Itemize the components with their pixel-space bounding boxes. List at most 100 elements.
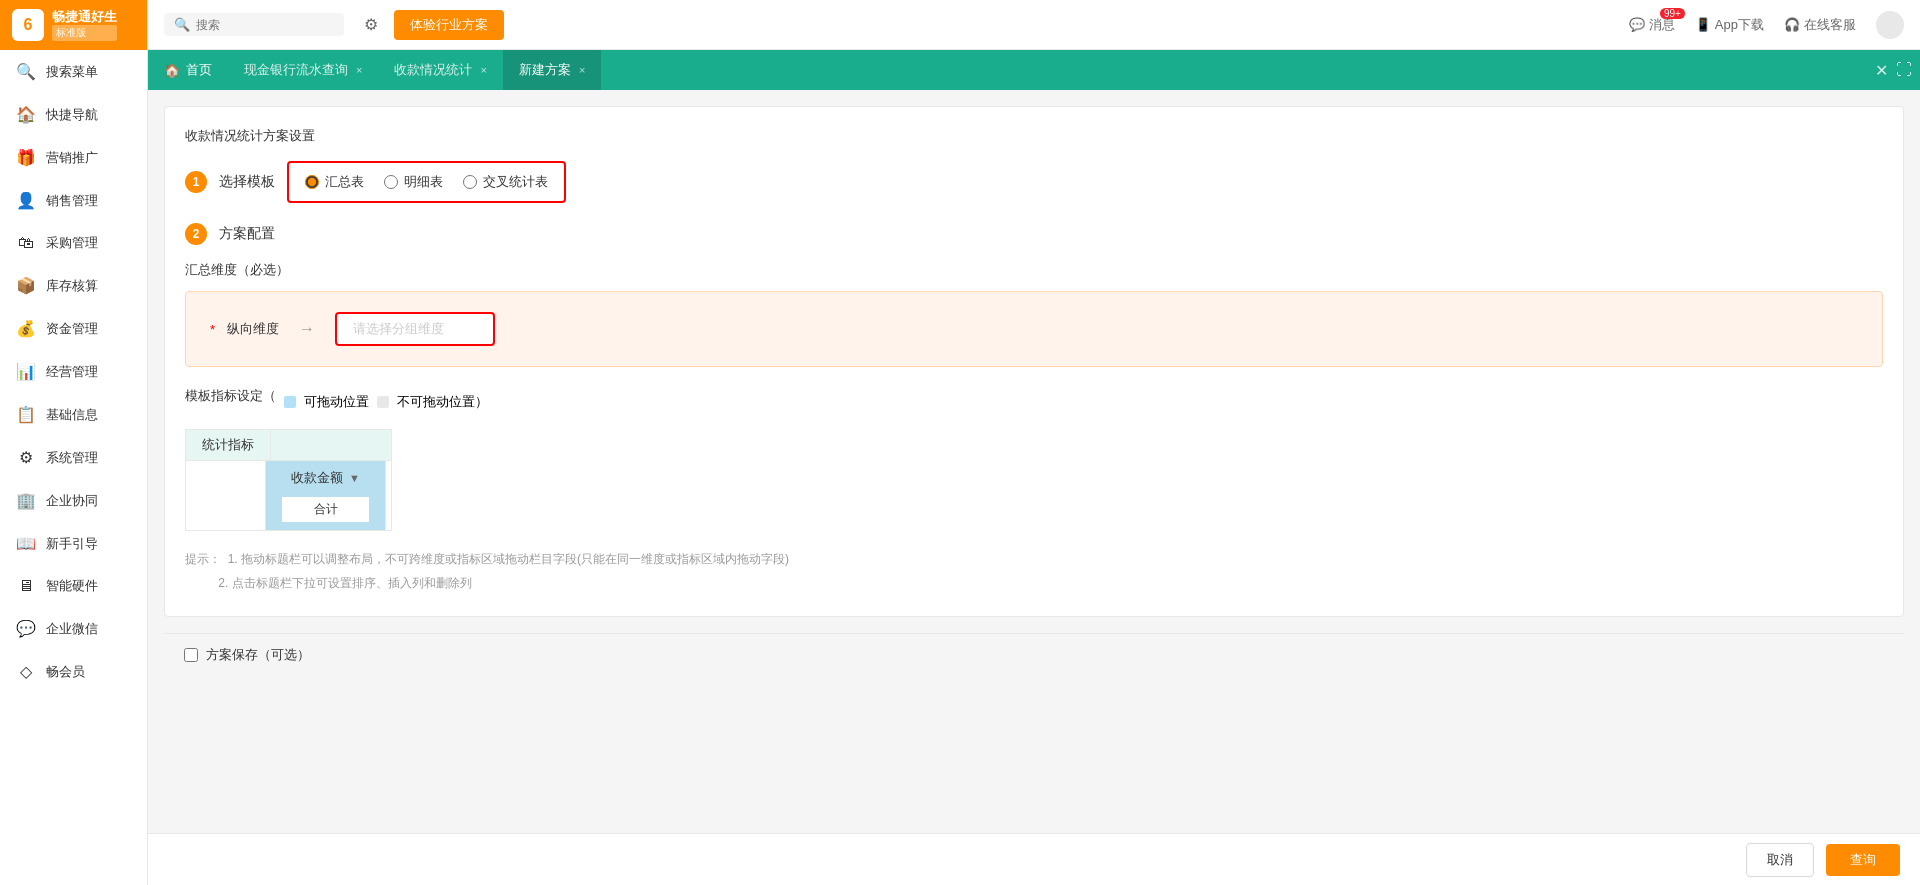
- logo-icon: 6: [12, 9, 44, 41]
- save-option-label: 方案保存（可选）: [206, 646, 310, 664]
- close-cashflow-icon[interactable]: ×: [356, 64, 362, 76]
- sidebar-item-label-search: 搜索菜单: [46, 63, 98, 81]
- metrics-col-header: [271, 430, 391, 460]
- template-section: 汇总表 明细表 交叉统计表: [287, 161, 566, 203]
- sidebar-item-search[interactable]: 🔍 搜索菜单: [0, 50, 147, 93]
- sidebar-item-label-marketing: 营销推广: [46, 149, 98, 167]
- col-dropdown-icon[interactable]: ▼: [349, 472, 360, 484]
- dimension-title: 汇总维度（必选）: [185, 261, 1883, 279]
- sidebar-item-newbie[interactable]: 📖 新手引导: [0, 522, 147, 565]
- sidebar-item-inventory[interactable]: 📦 库存核算: [0, 264, 147, 307]
- page-title: 收款情况统计方案设置: [185, 127, 1883, 145]
- corp-icon: 🏢: [16, 491, 36, 510]
- inventory-icon: 📦: [16, 276, 36, 295]
- sidebar-item-label-basic: 基础信息: [46, 406, 98, 424]
- cancel-button[interactable]: 取消: [1746, 843, 1814, 877]
- sidebar-item-sales[interactable]: 👤 销售管理: [0, 179, 147, 222]
- vertical-dim-label: 纵向维度: [227, 320, 279, 338]
- dimension-box: * 纵向维度 → 请选择分组维度: [185, 291, 1883, 367]
- sidebar-item-label-operation: 经营管理: [46, 363, 98, 381]
- sidebar-item-purchase[interactable]: 🛍 采购管理: [0, 222, 147, 264]
- sidebar-item-quicknav[interactable]: 🏠 快捷导航: [0, 93, 147, 136]
- sidebar-item-system[interactable]: ⚙ 系统管理: [0, 436, 147, 479]
- search-icon: 🔍: [16, 62, 36, 81]
- step2-label: 方案配置: [219, 225, 275, 243]
- query-button[interactable]: 查询: [1826, 844, 1900, 876]
- sidebar-item-member[interactable]: ◇ 畅会员: [0, 650, 147, 693]
- search-input[interactable]: [196, 18, 316, 32]
- main-content: 收款情况统计方案设置 1 选择模板 汇总表 明细表 交叉统计表: [148, 90, 1920, 885]
- message-badge: 99+: [1660, 8, 1685, 19]
- sidebar-item-operation[interactable]: 📊 经营管理: [0, 350, 147, 393]
- logo-text: 畅捷通好生: [52, 9, 117, 25]
- save-checkbox[interactable]: [184, 648, 198, 662]
- finance-icon: 💰: [16, 319, 36, 338]
- tab-home[interactable]: 🏠 首页: [148, 50, 228, 90]
- sidebar-item-basic[interactable]: 📋 基础信息: [0, 393, 147, 436]
- metrics-config: 模板指标设定（ 可拖动位置 不可拖动位置） 统计指标: [185, 387, 1883, 533]
- gear-icon[interactable]: ⚙: [364, 15, 378, 34]
- sidebar-item-finance[interactable]: 💰 资金管理: [0, 307, 147, 350]
- tips-section: 提示： 1. 拖动标题栏可以调整布局，不可跨维度或指标区域拖动栏目字段(只能在同…: [185, 549, 1883, 594]
- movable-label: 可拖动位置: [304, 393, 369, 411]
- app-download-btn[interactable]: 📱 App下载: [1695, 16, 1764, 34]
- message-btn[interactable]: 💬 消息 99+: [1629, 16, 1675, 34]
- sidebar-item-corp[interactable]: 🏢 企业协同: [0, 479, 147, 522]
- tab-receipt[interactable]: 收款情况统计 ×: [378, 50, 502, 90]
- close-new-icon[interactable]: ×: [579, 64, 585, 76]
- dimension-row: * 纵向维度 → 请选择分组维度: [210, 312, 1858, 346]
- sidebar-item-label-newbie: 新手引导: [46, 535, 98, 553]
- avatar[interactable]: [1876, 11, 1904, 39]
- movable-legend-icon: [284, 396, 296, 408]
- sidebar-item-label-purchase: 采购管理: [46, 234, 98, 252]
- metrics-subtotal: 合计: [282, 497, 369, 522]
- topbar: 🔍 ⚙ 体验行业方案 💬 消息 99+ 📱 App下载 🎧 在线客服: [148, 0, 1920, 50]
- hardware-icon: 🖥: [16, 577, 36, 595]
- radio-summary[interactable]: 汇总表: [305, 173, 364, 191]
- sidebar-nav: 🔍 搜索菜单 🏠 快捷导航 🎁 营销推广 👤 销售管理 🛍 采购管理 📦 库存核…: [0, 50, 147, 693]
- dimension-select[interactable]: 请选择分组维度: [335, 312, 495, 346]
- step2-num: 2: [185, 223, 207, 245]
- wechat-icon: 💬: [16, 619, 36, 638]
- sidebar-item-marketing[interactable]: 🎁 营销推广: [0, 136, 147, 179]
- search-icon: 🔍: [174, 17, 190, 32]
- step2-section: 2 方案配置 汇总维度（必选） * 纵向维度 → 请选择分组维度 模板指标设定（…: [185, 223, 1883, 594]
- basic-icon: 📋: [16, 405, 36, 424]
- online-support-btn[interactable]: 🎧 在线客服: [1784, 16, 1856, 34]
- step1-row: 1 选择模板 汇总表 明细表 交叉统计表: [185, 161, 1883, 203]
- step1-label: 选择模板: [219, 173, 275, 191]
- search-box[interactable]: 🔍: [164, 13, 344, 36]
- member-icon: ◇: [16, 662, 36, 681]
- close-window-icon[interactable]: ✕: [1875, 61, 1888, 80]
- arrow-icon: →: [299, 320, 315, 338]
- required-star: *: [210, 322, 215, 337]
- tab-cashflow[interactable]: 现金银行流水查询 ×: [228, 50, 378, 90]
- sidebar-item-label-system: 系统管理: [46, 449, 98, 467]
- step1-num: 1: [185, 171, 207, 193]
- sidebar-item-label-finance: 资金管理: [46, 320, 98, 338]
- close-receipt-icon[interactable]: ×: [480, 64, 486, 76]
- sidebar-item-wechat[interactable]: 💬 企业微信: [0, 607, 147, 650]
- radio-detail[interactable]: 明细表: [384, 173, 443, 191]
- system-icon: ⚙: [16, 448, 36, 467]
- message-icon: 💬: [1629, 17, 1645, 32]
- radio-cross[interactable]: 交叉统计表: [463, 173, 548, 191]
- sidebar-item-label-inventory: 库存核算: [46, 277, 98, 295]
- sidebar-item-hardware[interactable]: 🖥 智能硬件: [0, 565, 147, 607]
- topbar-right: 💬 消息 99+ 📱 App下载 🎧 在线客服: [1629, 11, 1904, 39]
- operation-icon: 📊: [16, 362, 36, 381]
- industry-btn[interactable]: 体验行业方案: [394, 10, 504, 40]
- metrics-col-cell: 收款金额 ▼ 合计: [266, 461, 386, 530]
- tab-new[interactable]: 新建方案 ×: [503, 50, 601, 90]
- logo-tag: 标准版: [52, 25, 117, 41]
- tip-1: 提示： 1. 拖动标题栏可以调整布局，不可跨维度或指标区域拖动栏目字段(只能在同…: [185, 549, 1883, 571]
- quicknav-icon: 🏠: [16, 105, 36, 124]
- sales-icon: 👤: [16, 191, 36, 210]
- footer-bar: 取消 查询: [148, 833, 1920, 885]
- maximize-icon[interactable]: ⛶: [1896, 61, 1912, 79]
- home-icon: 🏠: [164, 63, 180, 78]
- sidebar-logo: 6 畅捷通好生 标准版: [0, 0, 147, 50]
- metrics-body: 收款金额 ▼ 合计: [186, 461, 391, 530]
- fixed-legend-icon: [377, 396, 389, 408]
- template-radio-group: 汇总表 明细表 交叉统计表: [305, 173, 548, 191]
